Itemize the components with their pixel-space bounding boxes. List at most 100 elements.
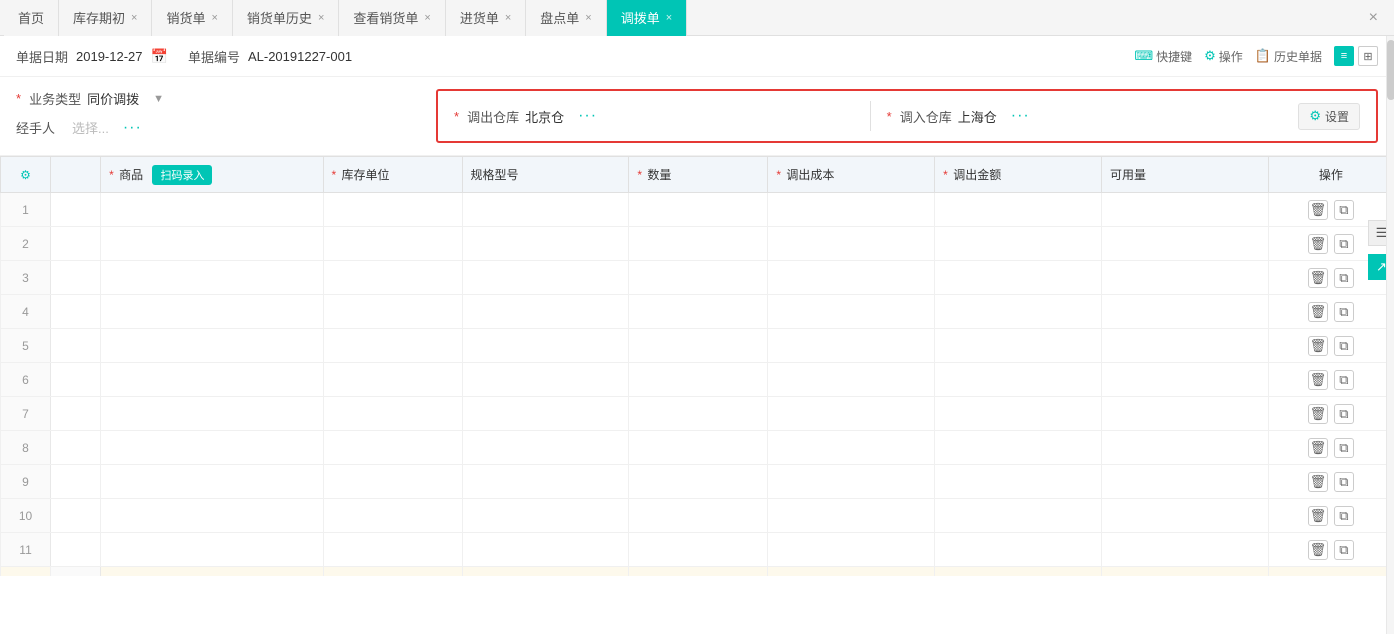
- unit-cell[interactable]: [323, 533, 462, 567]
- avail-cell[interactable]: [1101, 499, 1268, 533]
- avail-cell[interactable]: [1101, 329, 1268, 363]
- amount-cell[interactable]: [935, 499, 1102, 533]
- cost-cell[interactable]: [768, 295, 935, 329]
- spec-cell[interactable]: [462, 261, 629, 295]
- cost-cell[interactable]: [768, 363, 935, 397]
- tab-view-sales[interactable]: 查看销货单 ×: [339, 0, 445, 36]
- unit-cell[interactable]: [323, 363, 462, 397]
- avail-cell[interactable]: [1101, 295, 1268, 329]
- qty-cell[interactable]: [629, 329, 768, 363]
- cost-cell[interactable]: [768, 397, 935, 431]
- shortcut-action[interactable]: ⌨ 快捷键: [1134, 48, 1192, 65]
- business-type-dropdown-icon[interactable]: ▼: [153, 93, 164, 105]
- amount-cell[interactable]: [935, 533, 1102, 567]
- delete-row-icon[interactable]: 🗑: [1308, 302, 1328, 322]
- product-cell[interactable]: [101, 261, 323, 295]
- product-cell[interactable]: [101, 363, 323, 397]
- close-sales-history[interactable]: ×: [318, 12, 324, 24]
- scan-input-button[interactable]: 扫码录入: [152, 165, 212, 185]
- qty-cell[interactable]: [629, 397, 768, 431]
- unit-cell[interactable]: [323, 499, 462, 533]
- copy-row-icon[interactable]: ⧉: [1334, 200, 1354, 220]
- unit-cell[interactable]: [323, 397, 462, 431]
- copy-row-icon[interactable]: ⧉: [1334, 438, 1354, 458]
- product-cell[interactable]: [101, 397, 323, 431]
- unit-cell[interactable]: [323, 295, 462, 329]
- avail-cell[interactable]: [1101, 193, 1268, 227]
- product-cell[interactable]: [101, 533, 323, 567]
- spec-cell[interactable]: [462, 329, 629, 363]
- qty-cell[interactable]: [629, 227, 768, 261]
- unit-cell[interactable]: [323, 465, 462, 499]
- product-cell[interactable]: [101, 193, 323, 227]
- history-action[interactable]: 📋 历史单据: [1255, 48, 1322, 65]
- transfer-in-value[interactable]: 上海仓: [958, 107, 997, 126]
- unit-cell[interactable]: [323, 193, 462, 227]
- copy-row-icon[interactable]: ⧉: [1334, 540, 1354, 560]
- cost-cell[interactable]: [768, 431, 935, 465]
- spec-cell[interactable]: [462, 431, 629, 465]
- unit-cell[interactable]: [323, 261, 462, 295]
- avail-cell[interactable]: [1101, 533, 1268, 567]
- transfer-out-more-btn[interactable]: ···: [578, 107, 597, 125]
- delete-row-icon[interactable]: 🗑: [1308, 200, 1328, 220]
- spec-cell[interactable]: [462, 193, 629, 227]
- cost-cell[interactable]: [768, 329, 935, 363]
- cost-cell[interactable]: [768, 227, 935, 261]
- product-cell[interactable]: [101, 431, 323, 465]
- delete-row-icon[interactable]: 🗑: [1308, 438, 1328, 458]
- spec-cell[interactable]: [462, 227, 629, 261]
- qty-cell[interactable]: [629, 465, 768, 499]
- amount-cell[interactable]: [935, 431, 1102, 465]
- list-view-btn-grid[interactable]: ⊞: [1358, 46, 1378, 66]
- delete-row-icon[interactable]: 🗑: [1308, 506, 1328, 526]
- transfer-out-value[interactable]: 北京仓: [525, 107, 564, 126]
- tab-purchase[interactable]: 进货单 ×: [446, 0, 526, 36]
- delete-row-icon[interactable]: 🗑: [1308, 370, 1328, 390]
- qty-cell[interactable]: [629, 295, 768, 329]
- operations-action[interactable]: ⚙ 操作: [1204, 48, 1243, 65]
- spec-cell[interactable]: [462, 499, 629, 533]
- tab-home[interactable]: 首页: [4, 0, 59, 36]
- copy-row-icon[interactable]: ⧉: [1334, 370, 1354, 390]
- amount-cell[interactable]: [935, 295, 1102, 329]
- product-cell[interactable]: [101, 329, 323, 363]
- copy-row-icon[interactable]: ⧉: [1334, 404, 1354, 424]
- delete-row-icon[interactable]: 🗑: [1308, 540, 1328, 560]
- avail-cell[interactable]: [1101, 397, 1268, 431]
- spec-cell[interactable]: [462, 533, 629, 567]
- avail-cell[interactable]: [1101, 431, 1268, 465]
- product-cell[interactable]: [101, 295, 323, 329]
- spec-cell[interactable]: [462, 397, 629, 431]
- avail-cell[interactable]: [1101, 363, 1268, 397]
- unit-cell[interactable]: [323, 329, 462, 363]
- qty-cell[interactable]: [629, 499, 768, 533]
- avail-cell[interactable]: [1101, 261, 1268, 295]
- delete-row-icon[interactable]: 🗑: [1308, 336, 1328, 356]
- tab-bar-close-all[interactable]: ×: [1357, 9, 1390, 27]
- copy-row-icon[interactable]: ⧉: [1334, 336, 1354, 356]
- copy-row-icon[interactable]: ⧉: [1334, 268, 1354, 288]
- close-transfer[interactable]: ×: [666, 12, 672, 24]
- tab-sales-order[interactable]: 销货单 ×: [152, 0, 232, 36]
- calendar-icon[interactable]: 📅: [151, 48, 168, 65]
- amount-cell[interactable]: [935, 329, 1102, 363]
- close-inventory-count[interactable]: ×: [585, 12, 591, 24]
- amount-cell[interactable]: [935, 465, 1102, 499]
- copy-row-icon[interactable]: ⧉: [1334, 506, 1354, 526]
- qty-cell[interactable]: [629, 533, 768, 567]
- cost-cell[interactable]: [768, 193, 935, 227]
- scrollbar-thumb[interactable]: [1387, 40, 1394, 100]
- copy-row-icon[interactable]: ⧉: [1334, 302, 1354, 322]
- close-inventory-init[interactable]: ×: [131, 12, 137, 24]
- product-cell[interactable]: [101, 227, 323, 261]
- tab-sales-history[interactable]: 销货单历史 ×: [233, 0, 339, 36]
- tab-transfer[interactable]: 调拨单 ×: [607, 0, 687, 36]
- cost-cell[interactable]: [768, 533, 935, 567]
- handler-input[interactable]: 选择...: [72, 118, 109, 137]
- transfer-in-more-btn[interactable]: ···: [1011, 107, 1030, 125]
- tab-inventory-init[interactable]: 库存期初 ×: [59, 0, 152, 36]
- tab-inventory-count[interactable]: 盘点单 ×: [526, 0, 606, 36]
- amount-cell[interactable]: [935, 363, 1102, 397]
- product-cell[interactable]: [101, 465, 323, 499]
